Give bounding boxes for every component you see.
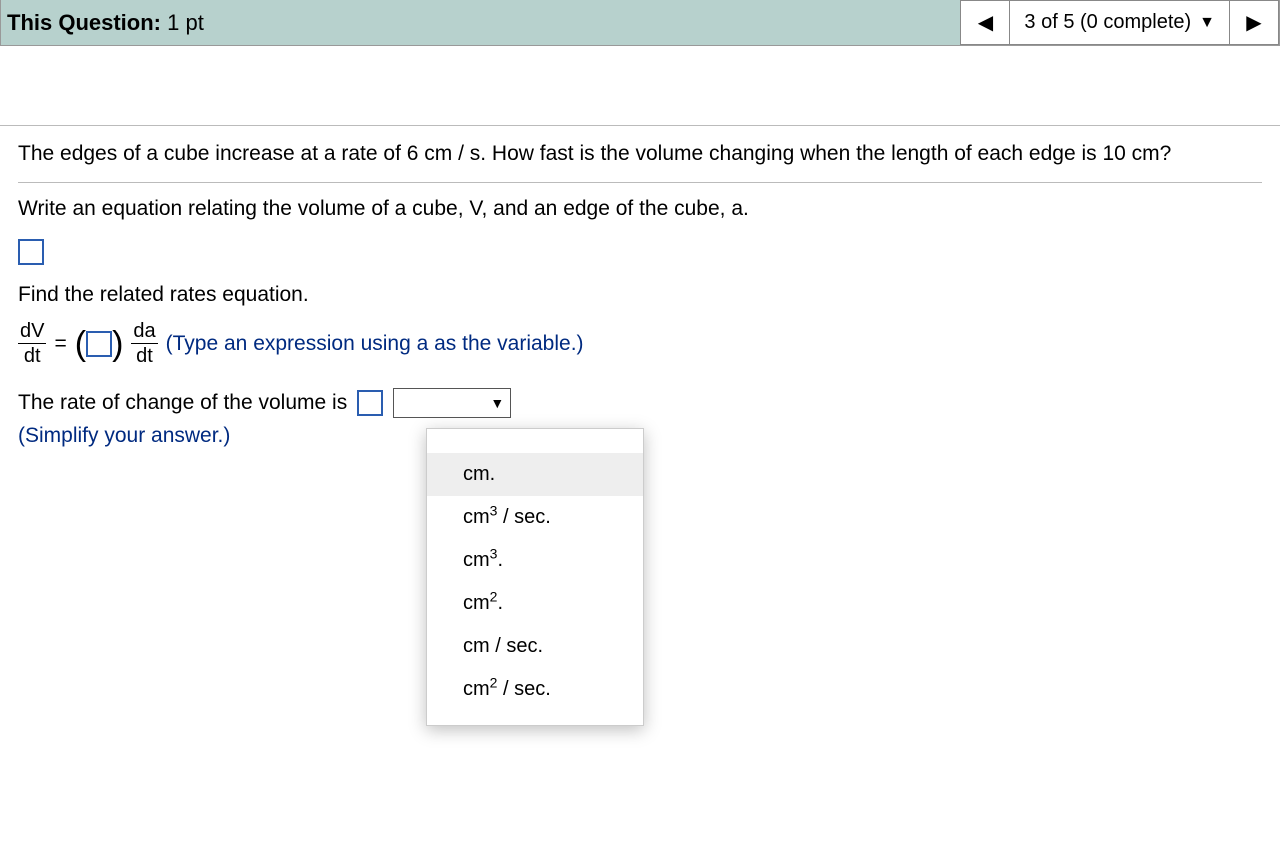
prev-question-button[interactable]: ◀ [960,0,1010,45]
unit-option[interactable]: cm2 / sec. [427,668,643,711]
unit-option[interactable]: cm3. [427,539,643,582]
unit-option[interactable]: cm2. [427,582,643,625]
triangle-left-icon: ◀ [978,10,993,35]
left-paren: ( [75,327,86,361]
next-question-button[interactable]: ▶ [1229,0,1279,45]
coefficient-input-group: ( ) [75,327,124,361]
equals-sign: = [54,332,66,356]
unit-option[interactable]: cm. [427,453,643,496]
question-label-prefix: This Question: [7,10,161,35]
fraction-dadt: da dt [131,321,157,366]
unit-select[interactable]: ▼ [393,388,511,418]
right-paren: ) [112,327,123,361]
fraction-dvdt: dV dt [18,321,46,366]
header-spacer [0,46,1280,126]
rate-value-input[interactable] [357,390,383,416]
unit-dropdown: cm.cm3 / sec.cm3.cm2.cm / sec.cm2 / sec. [426,428,644,726]
rate-of-change-line: The rate of change of the volume is ▼ cm… [18,388,1262,418]
expression-hint: (Type an expression using a as the varia… [166,332,584,356]
chevron-down-icon: ▼ [1199,14,1215,32]
question-progress-button[interactable]: 3 of 5 (0 complete) ▼ [1009,0,1230,45]
question-nav: ◀ 3 of 5 (0 complete) ▼ ▶ [961,0,1279,45]
question-header: This Question: 1 pt ◀ 3 of 5 (0 complete… [0,0,1280,46]
rate-prefix: The rate of change of the volume is [18,391,347,415]
question-title: This Question: 1 pt [7,10,204,36]
volume-equation-input[interactable] [18,239,44,265]
chevron-down-icon: ▼ [490,395,504,411]
unit-option[interactable]: cm3 / sec. [427,496,643,539]
question-text: The edges of a cube increase at a rate o… [18,126,1262,183]
related-rates-equation: dV dt = ( ) da dt (Type an expression us… [18,321,1262,366]
question-content: The edges of a cube increase at a rate o… [0,126,1280,448]
triangle-right-icon: ▶ [1246,10,1261,35]
progress-text: 3 of 5 (0 complete) [1024,11,1191,34]
question-points: 1 pt [161,10,204,35]
part2-prompt: Find the related rates equation. [18,283,1262,307]
part1-prompt: Write an equation relating the volume of… [18,197,1262,221]
unit-option[interactable]: cm / sec. [427,625,643,668]
coefficient-input[interactable] [86,331,112,357]
